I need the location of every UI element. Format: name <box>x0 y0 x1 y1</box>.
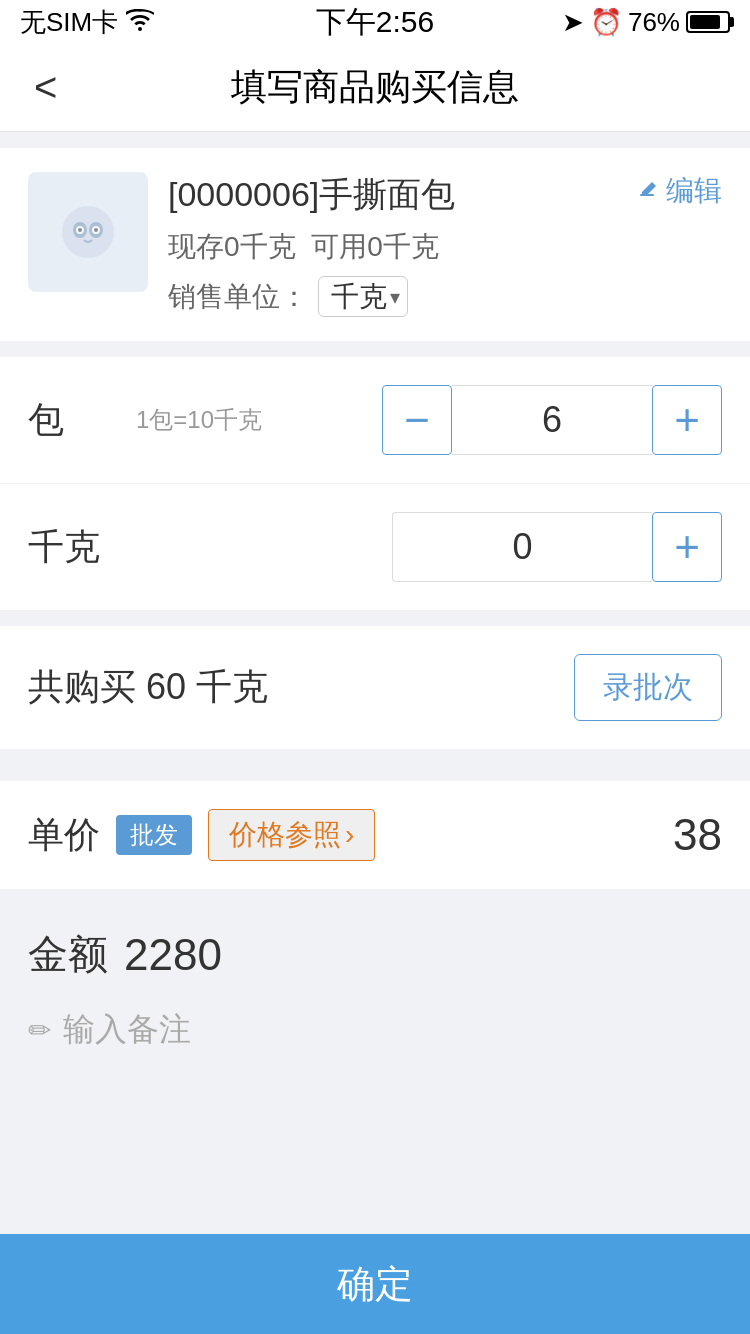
kg-stepper: + <box>392 512 722 582</box>
bao-row: 包 1包=10千克 − + <box>0 357 750 484</box>
amount-section: 金额 2280 ✏ 输入备注 <box>0 889 750 1088</box>
status-right: ➤ ⏰ 76% <box>562 7 730 38</box>
price-row: 单价 批发 价格参照 › 38 <box>28 809 722 861</box>
price-ref-button[interactable]: 价格参照 › <box>208 809 375 861</box>
price-label: 单价 <box>28 811 100 860</box>
quantity-section: 包 1包=10千克 − + 千克 + <box>0 357 750 610</box>
confirm-label: 确定 <box>337 1259 413 1310</box>
status-time: 下午2:56 <box>316 2 434 43</box>
product-unit-row: 销售单位： 千克 包 <box>168 276 722 317</box>
amount-label: 金额 <box>28 927 108 982</box>
bao-sublabel: 1包=10千克 <box>136 404 262 436</box>
bao-increment-button[interactable]: + <box>652 385 722 455</box>
status-bar: 无SIM卡 下午2:56 ➤ ⏰ 76% <box>0 0 750 44</box>
bao-decrement-button[interactable]: − <box>382 385 452 455</box>
summary-text: 共购买 60 千克 <box>28 663 268 712</box>
status-left: 无SIM卡 <box>20 5 154 40</box>
pencil-icon: ✏ <box>28 1014 51 1047</box>
kg-increment-button[interactable]: + <box>652 512 722 582</box>
carrier-label: 无SIM卡 <box>20 5 118 40</box>
price-badge: 批发 <box>116 815 192 855</box>
remark-row[interactable]: ✏ 输入备注 <box>28 992 722 1068</box>
price-value: 38 <box>673 810 722 860</box>
kg-label: 千克 <box>28 523 128 572</box>
kg-row: 千克 + <box>0 484 750 610</box>
unit-select[interactable]: 千克 包 <box>318 276 408 317</box>
gps-icon: ➤ <box>562 7 584 38</box>
bao-label: 包 <box>28 396 128 445</box>
edit-button[interactable]: 编辑 <box>638 172 722 210</box>
price-section: 单价 批发 价格参照 › 38 <box>0 781 750 889</box>
svg-point-0 <box>62 206 114 258</box>
divider-1 <box>0 749 750 765</box>
product-stock: 现存0千克 可用0千克 <box>168 228 722 266</box>
kg-input[interactable] <box>392 512 652 582</box>
battery-icon <box>686 11 730 33</box>
svg-point-5 <box>78 228 82 232</box>
summary-row: 共购买 60 千克 录批次 <box>0 626 750 749</box>
amount-value: 2280 <box>124 930 222 980</box>
batch-button[interactable]: 录批次 <box>574 654 722 721</box>
nav-bar: < 填写商品购买信息 <box>0 44 750 132</box>
product-image <box>28 172 148 292</box>
bao-input[interactable] <box>452 385 652 455</box>
page-title: 填写商品购买信息 <box>231 63 519 112</box>
bao-stepper: − + <box>382 385 722 455</box>
unit-select-wrapper[interactable]: 千克 包 <box>318 276 408 317</box>
alarm-icon: ⏰ <box>590 7 622 38</box>
back-button[interactable]: < <box>24 55 67 120</box>
amount-row: 金额 2280 <box>28 917 722 992</box>
battery-percent: 76% <box>628 7 680 38</box>
wifi-icon <box>126 7 154 38</box>
product-card: [0000006]手撕面包 现存0千克 可用0千克 销售单位： 千克 包 编辑 <box>0 148 750 341</box>
confirm-button[interactable]: 确定 <box>0 1234 750 1334</box>
remark-placeholder[interactable]: 输入备注 <box>63 1008 191 1052</box>
svg-point-6 <box>94 228 98 232</box>
